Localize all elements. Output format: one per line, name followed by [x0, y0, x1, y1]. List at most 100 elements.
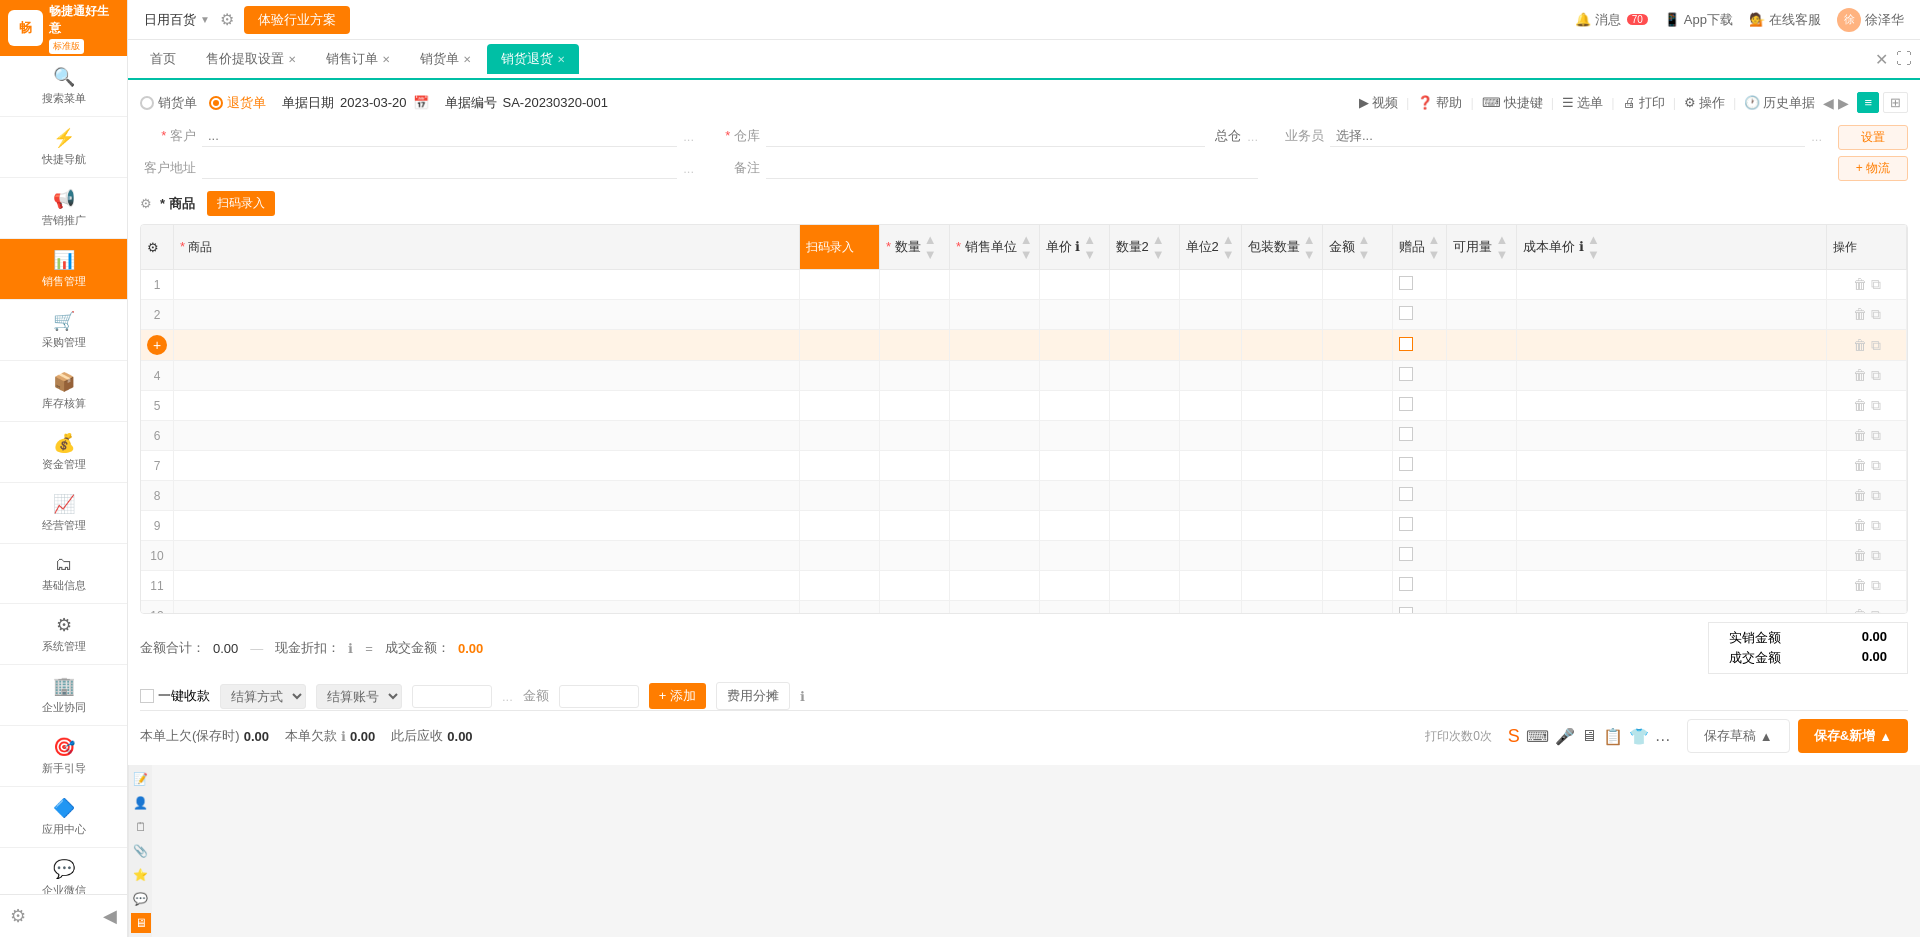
gift-checkbox-7[interactable] — [1399, 457, 1413, 471]
grid-view-btn[interactable]: ⊞ — [1883, 92, 1908, 113]
gift-checkbox-4[interactable] — [1399, 367, 1413, 381]
copy-row-6-icon[interactable]: ⧉ — [1871, 427, 1881, 444]
address-dots[interactable]: ... — [683, 161, 694, 176]
amount-cell-2[interactable] — [1322, 300, 1392, 330]
print-action[interactable]: 🖨 打印 — [1623, 94, 1665, 112]
unit-cell-3[interactable] — [950, 330, 1040, 361]
operate-action[interactable]: ⚙ 操作 — [1684, 94, 1725, 112]
delete-row-1-icon[interactable]: 🗑 — [1853, 276, 1867, 293]
available-cell-2[interactable] — [1447, 300, 1517, 330]
quick-pay-check[interactable] — [140, 689, 154, 703]
gift-cell-2[interactable] — [1392, 300, 1447, 330]
sidebar-item-guide[interactable]: 🎯 新手引导 — [0, 726, 127, 787]
price-cell-2[interactable] — [1039, 300, 1109, 330]
more-toolbar-icon[interactable]: … — [1655, 727, 1671, 745]
copy-row-2-icon[interactable]: ⧉ — [1871, 306, 1881, 323]
delete-row-5-icon[interactable]: 🗑 — [1853, 397, 1867, 414]
tab-salesorder[interactable]: 销售订单 ✕ — [312, 44, 404, 74]
warehouse-input[interactable] — [766, 125, 1205, 147]
gift-checkbox-12[interactable] — [1399, 607, 1413, 614]
warehouse-dots[interactable]: ... — [1247, 129, 1258, 144]
delete-row-9-icon[interactable]: 🗑 — [1853, 517, 1867, 534]
gift-checkbox-2[interactable] — [1399, 306, 1413, 320]
qty2-cell-2[interactable] — [1109, 300, 1179, 330]
history-action[interactable]: 🕐 历史单据 — [1744, 94, 1815, 112]
tab-close-price[interactable]: ✕ — [288, 54, 296, 65]
copy-row-4-icon[interactable]: ⧉ — [1871, 367, 1881, 384]
gift-checkbox-8[interactable] — [1399, 487, 1413, 501]
delete-row-6-icon[interactable]: 🗑 — [1853, 427, 1867, 444]
copy-row-5-icon[interactable]: ⧉ — [1871, 397, 1881, 414]
unit-cell-1[interactable] — [950, 270, 1040, 300]
qty2-cell-1[interactable] — [1109, 270, 1179, 300]
qty-cell-3[interactable] — [880, 330, 950, 361]
unit2-cell-2[interactable] — [1179, 300, 1241, 330]
available-cell-3[interactable] — [1447, 330, 1517, 361]
delete-row-11-icon[interactable]: 🗑 — [1853, 577, 1867, 594]
right-panel-icon-6[interactable]: 💬 — [131, 889, 151, 909]
sidebar-item-marketing[interactable]: 📢 营销推广 — [0, 178, 127, 239]
account-dots[interactable]: ... — [502, 689, 513, 704]
copy-row-9-icon[interactable]: ⧉ — [1871, 517, 1881, 534]
qty2-cell-3[interactable] — [1109, 330, 1179, 361]
add-payment-btn[interactable]: + 添加 — [649, 683, 706, 709]
calendar-icon[interactable]: 📅 — [413, 95, 429, 110]
address-input[interactable] — [202, 157, 677, 179]
amount-input[interactable] — [559, 685, 639, 708]
tab-price[interactable]: 售价提取设置 ✕ — [192, 44, 310, 74]
notice-btn[interactable]: 🔔 消息 70 — [1575, 11, 1648, 29]
sidebar-item-shortcut[interactable]: ⚡ 快捷导航 — [0, 117, 127, 178]
delete-row-10-icon[interactable]: 🗑 — [1853, 547, 1867, 564]
salesperson-dots[interactable]: ... — [1811, 129, 1822, 144]
delete-row-2-icon[interactable]: 🗑 — [1853, 306, 1867, 323]
next-record-icon[interactable]: ▶ — [1838, 95, 1849, 111]
sidebar-item-appstore[interactable]: 🔷 应用中心 — [0, 787, 127, 848]
save-new-btn[interactable]: 保存&新增 ▲ — [1798, 719, 1908, 753]
right-panel-icon-5[interactable]: ⭐ — [131, 865, 151, 885]
customer-input[interactable] — [202, 125, 677, 147]
gift-checkbox-3[interactable] — [1399, 337, 1413, 351]
packqty-cell-3[interactable] — [1241, 330, 1322, 361]
cost-cell-3[interactable] — [1517, 330, 1827, 361]
scan-btn[interactable]: 扫码录入 — [207, 191, 275, 216]
salesperson-input[interactable] — [1330, 125, 1805, 147]
save-draft-btn[interactable]: 保存草稿 ▲ — [1687, 719, 1790, 753]
add-row-btn[interactable]: + — [147, 335, 167, 355]
right-panel-icon-3[interactable]: 🗒 — [131, 817, 151, 837]
sidebar-item-finance[interactable]: 💰 资金管理 — [0, 422, 127, 483]
product-cell-3[interactable] — [174, 330, 800, 361]
video-action[interactable]: ▶ 视频 — [1359, 94, 1398, 112]
right-panel-icon-1[interactable]: 📝 — [131, 769, 151, 789]
tab-salesreturn[interactable]: 销货退货 ✕ — [487, 44, 579, 74]
topbar-settings-icon[interactable]: ⚙ — [220, 10, 234, 29]
copy-row-12-icon[interactable]: ⧉ — [1871, 607, 1881, 614]
tab-close-salesreturn[interactable]: ✕ — [557, 54, 565, 65]
industry-select[interactable]: 日用百货 ▼ — [144, 11, 210, 29]
tab-home[interactable]: 首页 — [136, 44, 190, 74]
sidebar-item-sales[interactable]: 📊 销售管理 — [0, 239, 127, 300]
select-action[interactable]: ☰ 选单 — [1562, 94, 1603, 112]
unit2-cell-3[interactable] — [1179, 330, 1241, 361]
notes-input[interactable] — [766, 157, 1258, 179]
right-panel-icon-2[interactable]: 👤 — [131, 793, 151, 813]
right-panel-icon-4[interactable]: 📎 — [131, 841, 151, 861]
cost-cell-1[interactable] — [1517, 270, 1827, 300]
table-settings-icon[interactable]: ⚙ — [140, 196, 152, 211]
copy-row-10-icon[interactable]: ⧉ — [1871, 547, 1881, 564]
calc-method-select[interactable]: 结算账号 — [316, 684, 402, 709]
keyboard-icon2[interactable]: ⌨ — [1526, 727, 1549, 746]
gift-checkbox-9[interactable] — [1399, 517, 1413, 531]
qty-cell-2[interactable] — [880, 300, 950, 330]
payment-method-select[interactable]: 结算方式 — [220, 684, 306, 709]
app-download-btn[interactable]: 📱 App下载 — [1664, 11, 1733, 29]
radio-returnorder[interactable]: 退货单 — [209, 94, 266, 112]
delete-row-8-icon[interactable]: 🗑 — [1853, 487, 1867, 504]
available-cell-1[interactable] — [1447, 270, 1517, 300]
settings-btn[interactable]: 设置 — [1838, 125, 1908, 150]
delete-row-12-icon[interactable]: 🗑 — [1853, 607, 1867, 614]
customer-dots[interactable]: ... — [683, 129, 694, 144]
sidebar-item-search[interactable]: 🔍 搜索菜单 — [0, 56, 127, 117]
sidebar-item-base[interactable]: 🗂 基础信息 — [0, 544, 127, 604]
unit-cell-2[interactable] — [950, 300, 1040, 330]
prev-record-icon[interactable]: ◀ — [1823, 95, 1834, 111]
